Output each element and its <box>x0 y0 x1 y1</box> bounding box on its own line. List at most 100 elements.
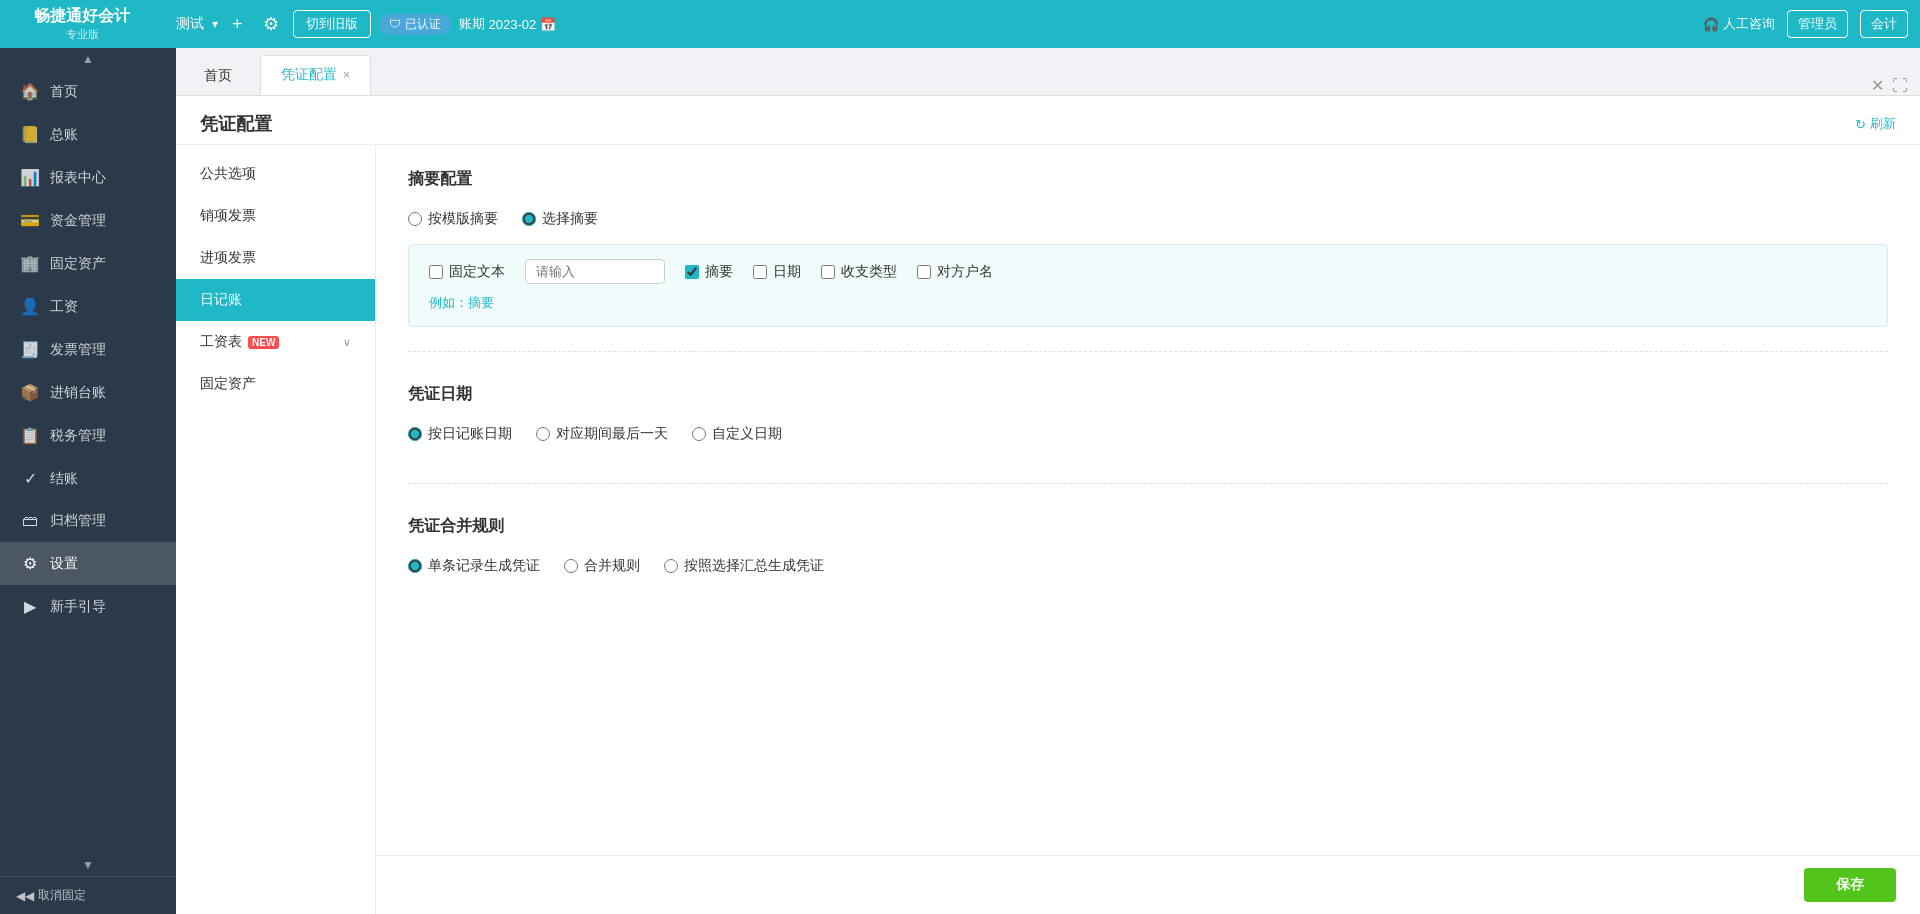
radio-merge-rule[interactable]: 合并规则 <box>564 557 640 575</box>
admin-button[interactable]: 管理员 <box>1787 10 1848 38</box>
tab-actions: ✕ ⛶ <box>1871 76 1920 95</box>
fixed-text-label: 固定文本 <box>449 263 505 281</box>
radio-journal-date-input[interactable] <box>408 427 422 441</box>
sidebar-item-archive[interactable]: 🗃 归档管理 <box>0 500 176 542</box>
calendar-icon[interactable]: 📅 <box>540 17 556 32</box>
logo-text: 畅捷通好会计 <box>34 6 130 27</box>
radio-journal-date[interactable]: 按日记账日期 <box>408 425 512 443</box>
checkbox-summary[interactable]: 摘要 <box>685 263 733 281</box>
switch-old-version-button[interactable]: 切到旧版 <box>293 10 371 38</box>
assets-icon: 🏢 <box>20 254 40 273</box>
radio-single-record[interactable]: 单条记录生成凭证 <box>408 557 540 575</box>
period-info: 账期 2023-02 📅 <box>459 15 557 33</box>
radio-select-summary[interactable]: 选择摘要 <box>522 210 598 228</box>
add-button[interactable]: + <box>226 10 249 39</box>
sidebar-item-ledger[interactable]: 📒 总账 <box>0 113 176 156</box>
radio-merge-rule-input[interactable] <box>564 559 578 573</box>
checkbox-summary-input[interactable] <box>685 265 699 279</box>
checkbox-date[interactable]: 日期 <box>753 263 801 281</box>
radio-template-summary-input[interactable] <box>408 212 422 226</box>
sidebar-label-ledger: 总账 <box>50 126 78 144</box>
home-icon: 🏠 <box>20 82 40 101</box>
left-nav-sales-invoice-label: 销项发票 <box>200 207 256 223</box>
radio-select-summary-label: 选择摘要 <box>542 210 598 228</box>
company-dropdown-icon[interactable]: ▾ <box>212 17 218 31</box>
left-nav-sales-invoice[interactable]: 销项发票 <box>176 195 375 237</box>
role-button[interactable]: 会计 <box>1860 10 1908 38</box>
tab-home-label: 首页 <box>204 67 232 85</box>
radio-custom-date-input[interactable] <box>692 427 706 441</box>
page-title: 凭证配置 <box>200 112 272 136</box>
save-button[interactable]: 保存 <box>1804 868 1896 902</box>
checkbox-income-type-input[interactable] <box>821 265 835 279</box>
checkbox-income-type[interactable]: 收支类型 <box>821 263 897 281</box>
radio-merge-rule-label: 合并规则 <box>584 557 640 575</box>
radio-single-record-input[interactable] <box>408 559 422 573</box>
sidebar-scroll-up[interactable]: ▲ <box>0 48 176 70</box>
merge-section-title: 凭证合并规则 <box>408 516 1888 537</box>
tab-voucher-config[interactable]: 凭证配置 × <box>260 55 371 95</box>
checkbox-counterparty[interactable]: 对方户名 <box>917 263 993 281</box>
radio-template-summary[interactable]: 按模版摘要 <box>408 210 498 228</box>
fixed-text-input[interactable] <box>525 259 665 284</box>
sidebar-item-tax[interactable]: 📋 税务管理 <box>0 414 176 457</box>
sidebar-label-funds: 资金管理 <box>50 212 106 230</box>
radio-journal-date-label: 按日记账日期 <box>428 425 512 443</box>
sidebar-item-sales[interactable]: 📦 进销台账 <box>0 371 176 414</box>
cancel-fixed-button[interactable]: ◀◀ 取消固定 <box>16 887 86 904</box>
sidebar-item-reports[interactable]: 📊 报表中心 <box>0 156 176 199</box>
sidebar-item-guide[interactable]: ▶ 新手引导 <box>0 585 176 628</box>
sidebar-label-home: 首页 <box>50 83 78 101</box>
checkbox-fixed-text[interactable]: 固定文本 <box>429 263 505 281</box>
left-nav-journal[interactable]: 日记账 <box>176 279 375 321</box>
left-nav-payroll-table[interactable]: 工资表 NEW ∨ <box>176 321 375 363</box>
left-nav-payroll-table-label: 工资表 <box>200 333 242 351</box>
certified-badge: 🛡 已认证 <box>379 14 451 35</box>
close-tab-button[interactable]: ✕ <box>1871 76 1884 95</box>
funds-icon: 💳 <box>20 211 40 230</box>
settings-button[interactable]: ⚙ <box>257 9 285 39</box>
sidebar-scroll-down[interactable]: ▼ <box>0 854 176 876</box>
date-section-title: 凭证日期 <box>408 384 1888 405</box>
config-area: 摘要配置 按模版摘要 选择摘要 <box>376 145 1920 914</box>
sidebar-item-home[interactable]: 🏠 首页 <box>0 70 176 113</box>
sidebar-item-invoices[interactable]: 🧾 发票管理 <box>0 328 176 371</box>
radio-select-summary-input[interactable] <box>522 212 536 226</box>
radio-select-summary-merge-label: 按照选择汇总生成凭证 <box>684 557 824 575</box>
sidebar-item-assets[interactable]: 🏢 固定资产 <box>0 242 176 285</box>
sidebar-label-guide: 新手引导 <box>50 598 106 616</box>
radio-period-last[interactable]: 对应期间最后一天 <box>536 425 668 443</box>
content-area: 首页 凭证配置 × ✕ ⛶ 凭证配置 ↻ 刷新 <box>176 48 1920 914</box>
tab-home[interactable]: 首页 <box>184 57 252 95</box>
radio-select-summary-merge[interactable]: 按照选择汇总生成凭证 <box>664 557 824 575</box>
sidebar-item-settings[interactable]: ⚙ 设置 <box>0 542 176 585</box>
checkbox-fixed-text-input[interactable] <box>429 265 443 279</box>
sidebar-footer: ◀◀ 取消固定 <box>0 876 176 914</box>
company-name[interactable]: 测试 <box>176 15 204 33</box>
period-value: 2023-02 <box>489 17 537 32</box>
left-nav-fixed-asset[interactable]: 固定资产 <box>176 363 375 405</box>
consult-button[interactable]: 🎧 人工咨询 <box>1703 15 1775 33</box>
sidebar-item-funds[interactable]: 💳 资金管理 <box>0 199 176 242</box>
expand-tab-button[interactable]: ⛶ <box>1892 77 1908 95</box>
refresh-button[interactable]: ↻ 刷新 <box>1855 115 1896 133</box>
radio-custom-date[interactable]: 自定义日期 <box>692 425 782 443</box>
checkbox-counterparty-input[interactable] <box>917 265 931 279</box>
left-nav-public-label: 公共选项 <box>200 165 256 181</box>
payroll-expand-icon[interactable]: ∨ <box>343 336 351 349</box>
tab-voucher-label: 凭证配置 <box>281 66 337 84</box>
left-nav-purchase-invoice[interactable]: 进项发票 <box>176 237 375 279</box>
radio-select-summary-merge-input[interactable] <box>664 559 678 573</box>
tab-close-icon[interactable]: × <box>343 68 350 82</box>
sidebar-item-payroll[interactable]: 👤 工资 <box>0 285 176 328</box>
radio-template-summary-label: 按模版摘要 <box>428 210 498 228</box>
radio-period-last-input[interactable] <box>536 427 550 441</box>
left-nav: 公共选项 销项发票 进项发票 日记账 工资表 NEW ∨ <box>176 145 376 914</box>
summary-section: 摘要配置 按模版摘要 选择摘要 <box>408 169 1888 352</box>
tax-icon: 📋 <box>20 426 40 445</box>
left-nav-public[interactable]: 公共选项 <box>176 153 375 195</box>
radio-period-last-label: 对应期间最后一天 <box>556 425 668 443</box>
checkbox-date-input[interactable] <box>753 265 767 279</box>
logo-area: 畅捷通好会计 专业版 <box>12 6 152 42</box>
sidebar-item-closing[interactable]: ✓ 结账 <box>0 457 176 500</box>
